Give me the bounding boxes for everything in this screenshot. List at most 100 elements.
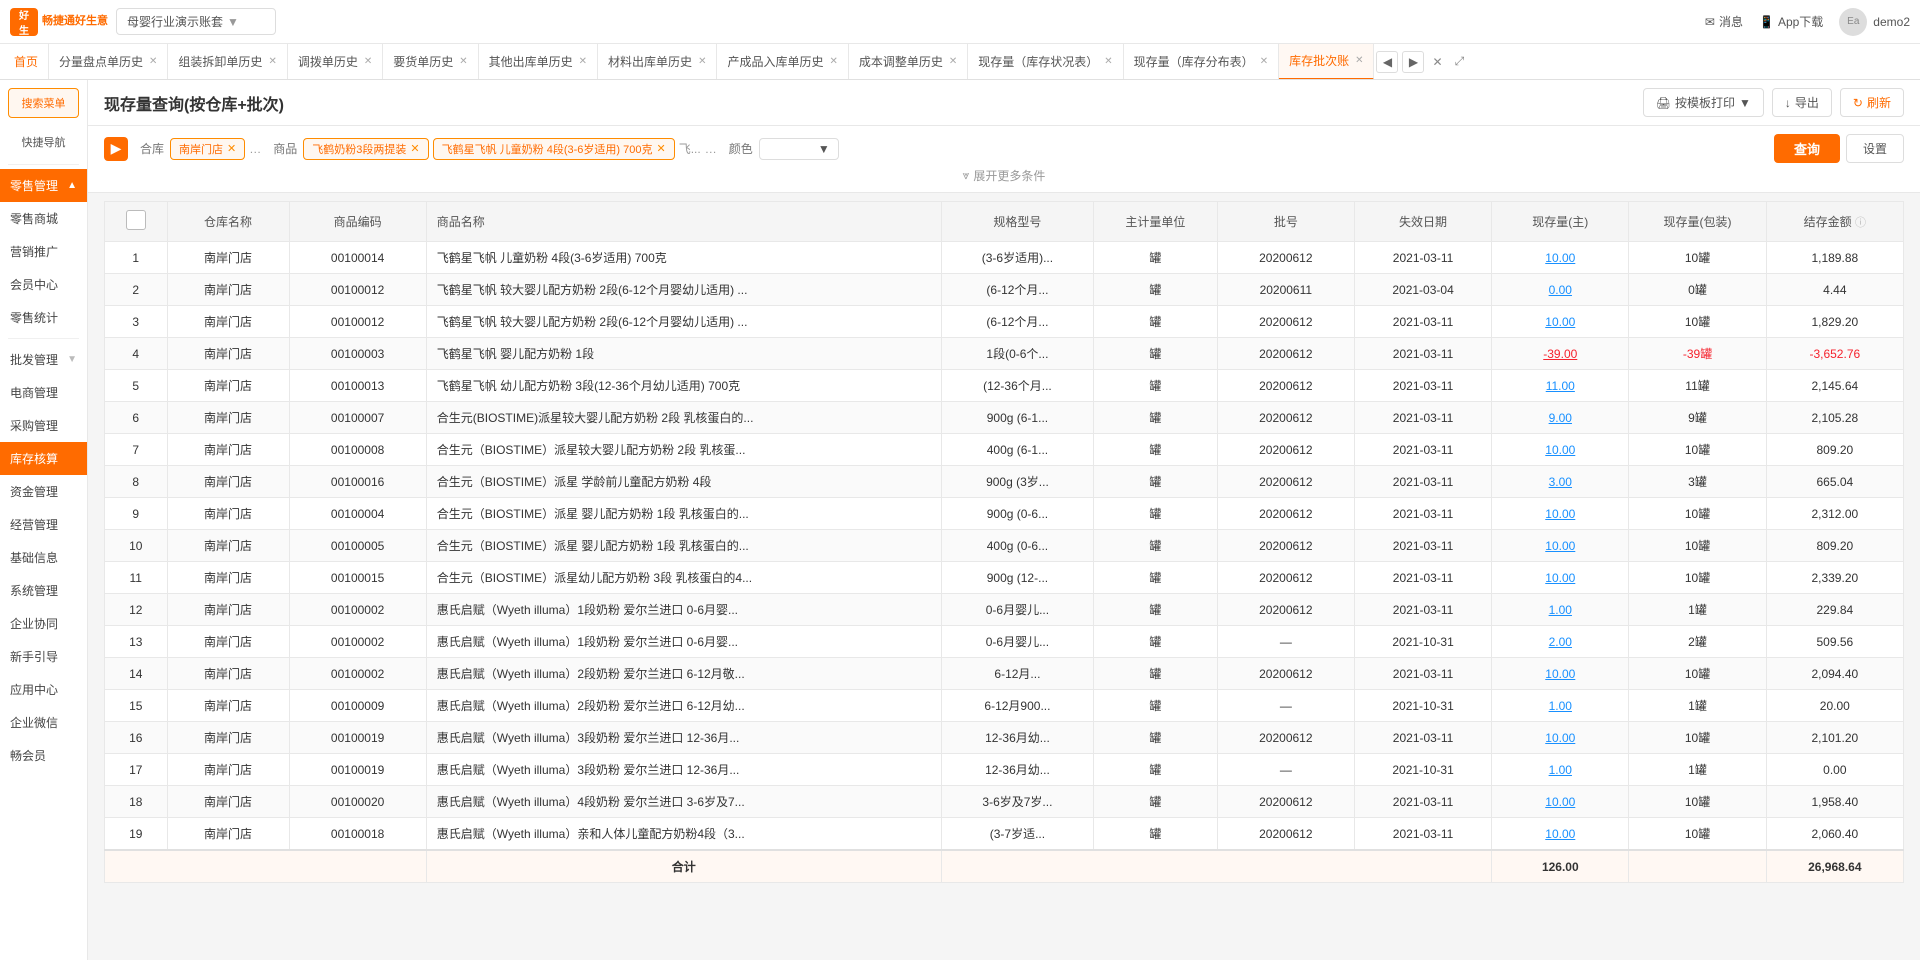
search-menu-btn[interactable]: 搜索菜单: [8, 88, 79, 118]
sidebar-item-member[interactable]: 会员中心: [0, 268, 87, 301]
sidebar-item-marketing[interactable]: 营销推广: [0, 235, 87, 268]
tab-close-icon[interactable]: ✕: [698, 56, 706, 67]
tab-close-icon[interactable]: ✕: [364, 56, 372, 67]
row-stock-main[interactable]: 10.00: [1492, 498, 1629, 530]
row-stock-main[interactable]: 10.00: [1492, 786, 1629, 818]
sidebar-item-retail-stats[interactable]: 零售统计: [0, 301, 87, 334]
row-stock-main[interactable]: 10.00: [1492, 530, 1629, 562]
query-btn[interactable]: 查询: [1774, 134, 1840, 163]
tab-home[interactable]: 首页: [4, 44, 49, 80]
row-stock-main[interactable]: 0.00: [1492, 274, 1629, 306]
balance-info-icon[interactable]: ⓘ: [1855, 217, 1866, 229]
print-btn[interactable]: 🖨 按模板打印 ▼: [1643, 88, 1764, 117]
sidebar-item-enterprise[interactable]: 企业协同: [0, 607, 87, 640]
message-btn[interactable]: ✉ 消息: [1705, 13, 1743, 30]
tab-current-dist[interactable]: 现存量（库存分布表）✕: [1124, 44, 1279, 80]
footer-stock-pkg: [1629, 850, 1766, 883]
row-stock-main[interactable]: 1.00: [1492, 754, 1629, 786]
tab-cost-adjust[interactable]: 成本调整单历史 ✕: [849, 44, 968, 80]
sidebar-item-label: 系统管理: [10, 582, 58, 599]
filter-dots-goods[interactable]: …: [705, 142, 717, 156]
tab-close-icon[interactable]: ✕: [1104, 56, 1112, 67]
sidebar-item-system[interactable]: 系统管理: [0, 574, 87, 607]
tab-other-out[interactable]: 其他出库单历史 ✕: [479, 44, 598, 80]
tab-close-icon[interactable]: ✕: [829, 56, 837, 67]
row-stock-main[interactable]: 10.00: [1492, 306, 1629, 338]
sidebar-item-appstore[interactable]: 应用中心: [0, 673, 87, 706]
row-stock-main[interactable]: 1.00: [1492, 690, 1629, 722]
sidebar-item-wholesale[interactable]: 批发管理 ▼: [0, 343, 87, 376]
sidebar-item-retail[interactable]: 零售管理 ▲: [0, 169, 87, 202]
sidebar-item-guide[interactable]: 新手引导: [0, 640, 87, 673]
sidebar-item-member2[interactable]: 畅会员: [0, 739, 87, 772]
row-stock-main[interactable]: 11.00: [1492, 370, 1629, 402]
row-stock-pkg: -39罐: [1629, 338, 1766, 370]
row-stock-main[interactable]: 9.00: [1492, 402, 1629, 434]
row-stock-main[interactable]: 10.00: [1492, 434, 1629, 466]
export-btn[interactable]: ↓ 导出: [1772, 88, 1832, 117]
row-code: 00100019: [289, 754, 426, 786]
app-download-btn[interactable]: 📱 App下载: [1759, 13, 1823, 30]
settings-btn[interactable]: 设置: [1846, 134, 1904, 163]
color-dropdown[interactable]: ▼: [759, 138, 839, 160]
goods-tag-remove-1[interactable]: ✕: [410, 142, 419, 155]
tab-close-all-btn[interactable]: ✕: [1426, 51, 1448, 73]
table-row: 15 南岸门店 00100009 惠氏启赋（Wyeth illuma）2段奶粉 …: [105, 690, 1904, 722]
tab-close-icon[interactable]: ✕: [149, 56, 157, 67]
tab-combo[interactable]: 组装拆卸单历史 ✕: [168, 44, 287, 80]
row-stock-main[interactable]: 2.00: [1492, 626, 1629, 658]
table-row: 9 南岸门店 00100004 合生元（BIOSTIME）派星 婴儿配方奶粉 1…: [105, 498, 1904, 530]
row-stock-main[interactable]: 10.00: [1492, 242, 1629, 274]
sidebar-item-finance[interactable]: 资金管理: [0, 475, 87, 508]
tab-batch-voucher[interactable]: 库存批次账 ✕: [1279, 44, 1374, 80]
sidebar-item-ecommerce[interactable]: 电商管理: [0, 376, 87, 409]
filter-more-goods[interactable]: 飞...: [679, 140, 701, 157]
message-label: 消息: [1719, 13, 1743, 30]
row-stock-main[interactable]: -39.00: [1492, 338, 1629, 370]
row-stock-main[interactable]: 10.00: [1492, 658, 1629, 690]
sidebar-item-purchase[interactable]: 采购管理: [0, 409, 87, 442]
row-stock-main[interactable]: 10.00: [1492, 722, 1629, 754]
header-checkbox[interactable]: [126, 210, 146, 230]
tab-product-in[interactable]: 产成品入库单历史 ✕: [717, 44, 848, 80]
sidebar-item-retail-shop[interactable]: 零售商城: [0, 202, 87, 235]
warehouse-tag[interactable]: 南岸门店 ✕: [170, 138, 245, 160]
goods-tag-1[interactable]: 飞鹤奶粉3段两提装 ✕: [303, 138, 428, 160]
shortcut-nav-item[interactable]: 快捷导航: [4, 128, 83, 154]
table-row: 18 南岸门店 00100020 惠氏启赋（Wyeth illuma）4段奶粉 …: [105, 786, 1904, 818]
tab-close-icon[interactable]: ✕: [1355, 55, 1363, 66]
tab-close-icon[interactable]: ✕: [1260, 56, 1268, 67]
tab-material-out[interactable]: 材料出库单历史 ✕: [598, 44, 717, 80]
goods-tag-remove-2[interactable]: ✕: [656, 142, 665, 155]
filter-expand-btn[interactable]: ▶: [104, 137, 128, 161]
tab-prev-btn[interactable]: ◀: [1376, 51, 1398, 73]
sidebar-item-base[interactable]: 基础信息: [0, 541, 87, 574]
sidebar-item-inventory[interactable]: 库存核算: [0, 442, 87, 475]
row-stock-main[interactable]: 1.00: [1492, 594, 1629, 626]
tab-close-icon[interactable]: ✕: [459, 56, 467, 67]
table-body: 1 南岸门店 00100014 飞鹤星飞帆 儿童奶粉 4段(3-6岁适用) 70…: [105, 242, 1904, 851]
expand-conditions-btn[interactable]: ⩔ 展开更多条件: [963, 167, 1046, 184]
refresh-btn[interactable]: ↻ 刷新: [1840, 88, 1904, 117]
filter-more-warehouse[interactable]: …: [249, 142, 261, 156]
tab-request[interactable]: 要货单历史 ✕: [383, 44, 478, 80]
row-stock-main[interactable]: 3.00: [1492, 466, 1629, 498]
row-batch: —: [1217, 690, 1354, 722]
tab-mix[interactable]: 调拨单历史 ✕: [288, 44, 383, 80]
row-name: 惠氏启赋（Wyeth illuma）2段奶粉 爱尔兰进口 6-12月敬...: [426, 658, 941, 690]
row-stock-main[interactable]: 10.00: [1492, 818, 1629, 851]
tab-next-btn[interactable]: ▶: [1402, 51, 1424, 73]
row-stock-main[interactable]: 10.00: [1492, 562, 1629, 594]
tab-inventory-split[interactable]: 分量盘点单历史 ✕: [49, 44, 168, 80]
tab-close-icon[interactable]: ✕: [949, 56, 957, 67]
sidebar-item-operations[interactable]: 经营管理: [0, 508, 87, 541]
tab-maximize-btn[interactable]: ⤢: [1448, 51, 1470, 73]
tab-close-icon[interactable]: ✕: [268, 56, 276, 67]
tab-current-status[interactable]: 现存量（库存状况表）✕: [968, 44, 1123, 80]
warehouse-tag-remove[interactable]: ✕: [227, 142, 236, 155]
goods-tag-2[interactable]: 飞鹤星飞帆 儿童奶粉 4段(3-6岁适用) 700克 ✕: [433, 138, 675, 160]
tab-close-icon[interactable]: ✕: [579, 56, 587, 67]
user-area[interactable]: Ea demo2: [1839, 8, 1910, 36]
workspace-selector[interactable]: 母婴行业演示账套 ▼: [116, 8, 276, 35]
sidebar-item-wechat-ent[interactable]: 企业微信: [0, 706, 87, 739]
